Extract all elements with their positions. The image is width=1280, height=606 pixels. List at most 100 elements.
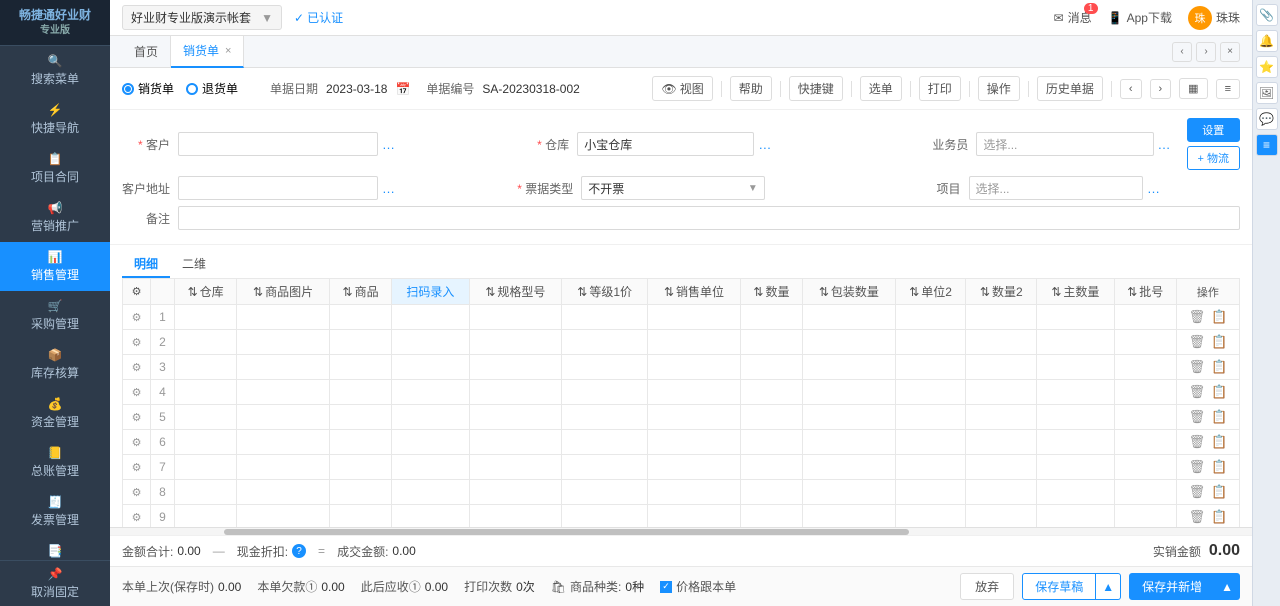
- help-btn[interactable]: 帮助: [730, 76, 772, 101]
- cell-image[interactable]: [237, 455, 330, 480]
- cell-spec[interactable]: [469, 480, 562, 505]
- col-unit[interactable]: ⇅销售单位: [648, 279, 741, 305]
- row-delete-btn[interactable]: 🗑: [1188, 433, 1207, 451]
- cell-main-qty[interactable]: [1037, 480, 1114, 505]
- project-more-btn[interactable]: …: [1147, 181, 1160, 196]
- sidebar-item-库存核算[interactable]: 📦库存核算: [0, 340, 110, 389]
- grid-view-btn[interactable]: ▦: [1179, 78, 1207, 99]
- horizontal-scrollbar[interactable]: [110, 527, 1252, 535]
- cell-unit2[interactable]: [895, 505, 966, 528]
- row-settings[interactable]: ⚙: [123, 405, 151, 430]
- price-checkbox[interactable]: ✓ 价格跟本单: [660, 578, 736, 595]
- salesperson-input[interactable]: 选择...: [976, 132, 1153, 156]
- cell-price1[interactable]: [562, 430, 648, 455]
- cell-batch[interactable]: [1114, 355, 1176, 380]
- sidebar-item-发票管理[interactable]: 🧾发票管理: [0, 487, 110, 536]
- row-settings[interactable]: ⚙: [123, 480, 151, 505]
- cell-image[interactable]: [237, 305, 330, 330]
- cell-barcode[interactable]: [392, 430, 469, 455]
- right-icon-1[interactable]: 📎: [1256, 4, 1278, 26]
- shortcut-btn[interactable]: 快捷键: [789, 76, 843, 101]
- cell-unit2[interactable]: [895, 330, 966, 355]
- sidebar-item-cancel-pin[interactable]: 📌 取消固定: [0, 561, 110, 606]
- cell-qty[interactable]: [740, 330, 802, 355]
- logistics-btn[interactable]: + 物流: [1187, 146, 1240, 170]
- tab-2d[interactable]: 二维: [170, 251, 218, 278]
- row-copy-btn[interactable]: 📋: [1210, 333, 1228, 351]
- cell-image[interactable]: [237, 380, 330, 405]
- cell-main-qty[interactable]: [1037, 330, 1114, 355]
- cell-barcode[interactable]: [392, 330, 469, 355]
- cell-qty[interactable]: [740, 380, 802, 405]
- discount-help-icon[interactable]: ?: [292, 544, 306, 558]
- tab-prev-btn[interactable]: ‹: [1172, 42, 1192, 62]
- salesperson-more-btn[interactable]: …: [1158, 137, 1171, 152]
- cell-price1[interactable]: [562, 405, 648, 430]
- address-input[interactable]: [178, 176, 378, 200]
- cell-warehouse[interactable]: [175, 305, 237, 330]
- right-icon-5[interactable]: 💬: [1256, 108, 1278, 130]
- cell-barcode[interactable]: [392, 455, 469, 480]
- cell-goods[interactable]: [329, 430, 391, 455]
- col-unit2[interactable]: ⇅单位2: [895, 279, 966, 305]
- row-settings[interactable]: ⚙: [123, 380, 151, 405]
- col-price1[interactable]: ⇅等级1价: [562, 279, 648, 305]
- cell-unit[interactable]: [648, 380, 741, 405]
- print-btn[interactable]: 打印: [919, 76, 961, 101]
- cell-main-qty[interactable]: [1037, 430, 1114, 455]
- row-settings[interactable]: ⚙: [123, 505, 151, 528]
- cell-batch[interactable]: [1114, 455, 1176, 480]
- cell-spec[interactable]: [469, 380, 562, 405]
- cell-price1[interactable]: [562, 505, 648, 528]
- cell-main-qty[interactable]: [1037, 355, 1114, 380]
- tab-close-icon[interactable]: ×: [225, 45, 231, 57]
- cell-batch[interactable]: [1114, 305, 1176, 330]
- col-qty2[interactable]: ⇅数量2: [966, 279, 1037, 305]
- cell-pkg[interactable]: [803, 330, 896, 355]
- cell-image[interactable]: [237, 430, 330, 455]
- cell-qty[interactable]: [740, 505, 802, 528]
- cell-batch[interactable]: [1114, 405, 1176, 430]
- sidebar-item-搜索菜单[interactable]: 🔍搜索菜单: [0, 46, 110, 95]
- save-new-arrow[interactable]: ▲: [1215, 573, 1240, 600]
- sidebar-item-营销推广[interactable]: 📢营销推广: [0, 193, 110, 242]
- cell-pkg[interactable]: [803, 380, 896, 405]
- cell-unit[interactable]: [648, 505, 741, 528]
- row-delete-btn[interactable]: 🗑: [1188, 333, 1207, 351]
- col-batch[interactable]: ⇅批号: [1114, 279, 1176, 305]
- cell-unit[interactable]: [648, 455, 741, 480]
- row-delete-btn[interactable]: 🗑: [1188, 358, 1207, 376]
- cell-spec[interactable]: [469, 405, 562, 430]
- cell-spec[interactable]: [469, 430, 562, 455]
- cell-unit2[interactable]: [895, 480, 966, 505]
- cell-barcode[interactable]: [392, 505, 469, 528]
- cell-batch[interactable]: [1114, 380, 1176, 405]
- cell-batch[interactable]: [1114, 480, 1176, 505]
- cell-qty2[interactable]: [966, 355, 1037, 380]
- row-delete-btn[interactable]: 🗑: [1188, 508, 1207, 526]
- warehouse-more-btn[interactable]: …: [758, 137, 771, 152]
- cell-warehouse[interactable]: [175, 380, 237, 405]
- col-warehouse[interactable]: ⇅仓库: [175, 279, 237, 305]
- cell-goods[interactable]: [329, 355, 391, 380]
- cell-goods[interactable]: [329, 480, 391, 505]
- sidebar-item-总账管理[interactable]: 📒总账管理: [0, 438, 110, 487]
- sidebar-item-采购管理[interactable]: 🛒采购管理: [0, 291, 110, 340]
- cell-price1[interactable]: [562, 305, 648, 330]
- right-icon-2[interactable]: 🔔: [1256, 30, 1278, 52]
- invoice-select[interactable]: 不开票 ▼: [581, 176, 764, 200]
- next-order-btn[interactable]: ›: [1150, 79, 1172, 99]
- tab-next-btn[interactable]: ›: [1196, 42, 1216, 62]
- right-icon-4[interactable]: 🖼: [1256, 82, 1278, 104]
- cell-unit2[interactable]: [895, 455, 966, 480]
- right-icon-3[interactable]: ⭐: [1256, 56, 1278, 78]
- cell-qty2[interactable]: [966, 305, 1037, 330]
- cell-price1[interactable]: [562, 480, 648, 505]
- row-copy-btn[interactable]: 📋: [1210, 433, 1228, 451]
- warehouse-input[interactable]: 小宝仓库: [577, 132, 754, 156]
- list-view-btn[interactable]: ≡: [1216, 79, 1240, 99]
- row-copy-btn[interactable]: 📋: [1210, 408, 1228, 426]
- cell-pkg[interactable]: [803, 480, 896, 505]
- cell-unit[interactable]: [648, 405, 741, 430]
- cell-spec[interactable]: [469, 505, 562, 528]
